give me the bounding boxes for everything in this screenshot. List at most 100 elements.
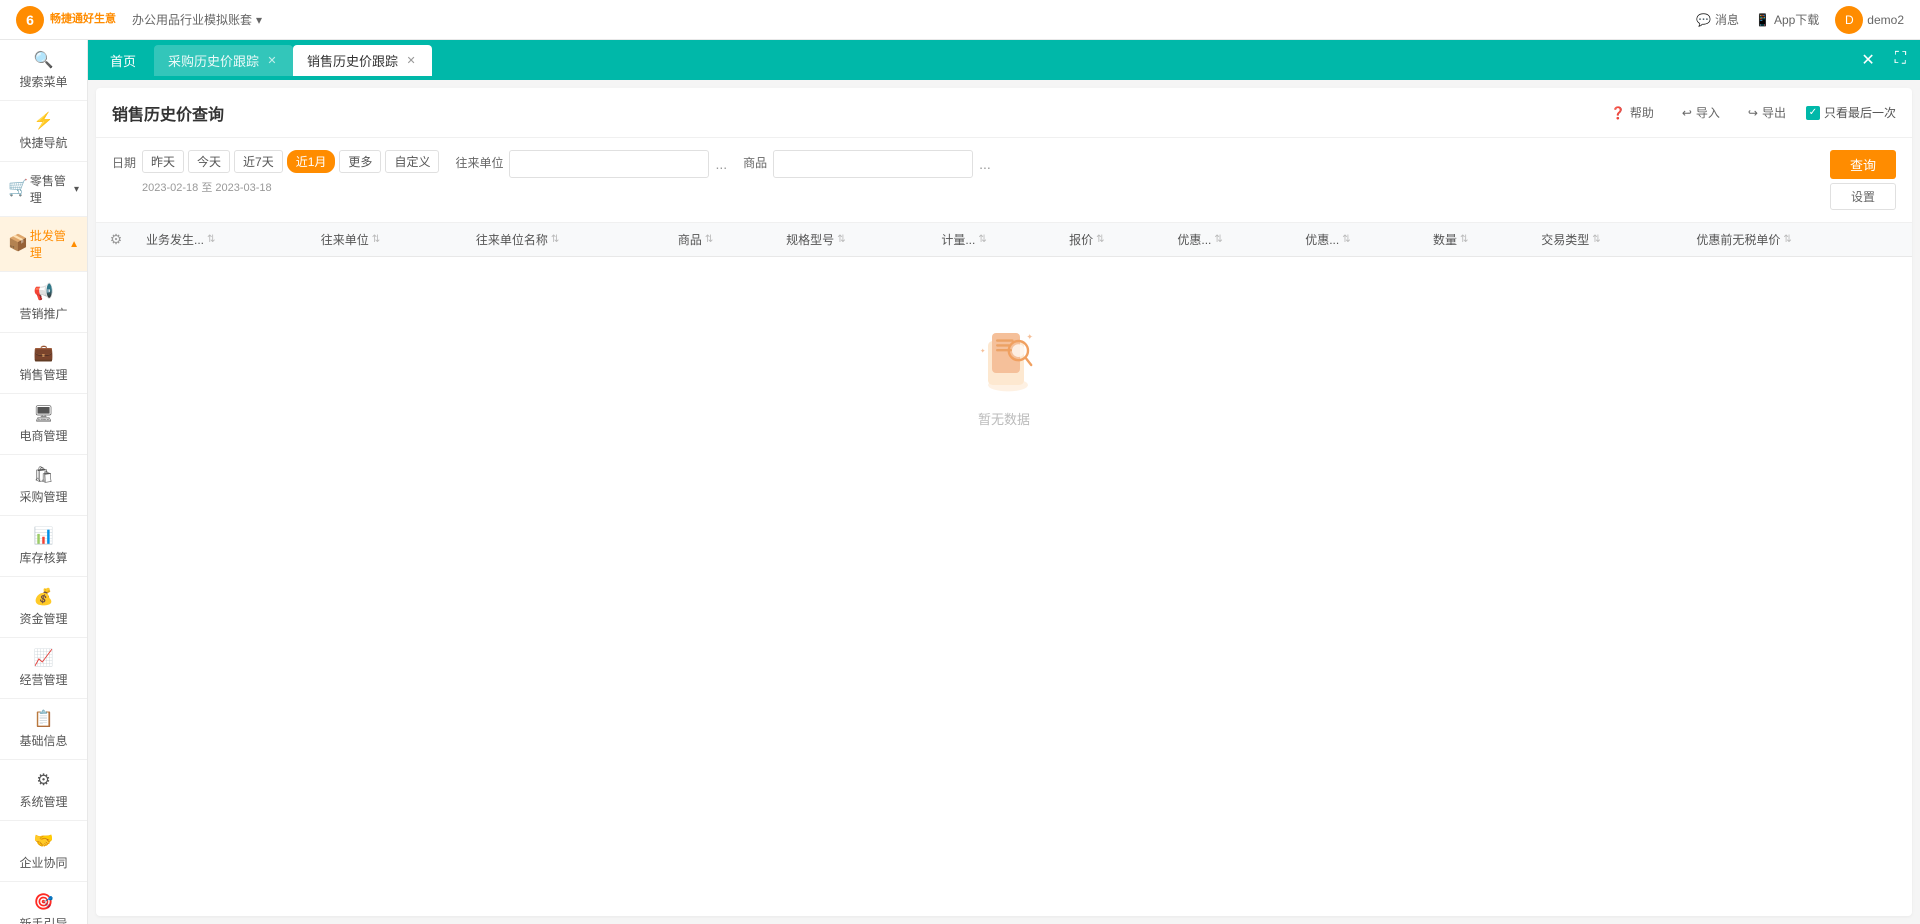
sidebar-item-basic-info[interactable]: 📋 基础信息	[0, 699, 87, 760]
date-btn-today[interactable]: 今天	[188, 150, 230, 173]
date-btn-1month[interactable]: 近1月	[287, 150, 336, 173]
tab-sales-history[interactable]: 销售历史价跟踪 ✕	[293, 45, 432, 76]
sidebar-item-wholesale[interactable]: 📦 批发管理 ▲	[0, 217, 87, 272]
sidebar-item-purchase[interactable]: 🛍 采购管理	[0, 455, 87, 516]
th-quoted-price[interactable]: 报价 ⇅	[1059, 223, 1167, 257]
sidebar-item-guide[interactable]: 🎯 新手引导	[0, 882, 87, 924]
page-header: 销售历史价查询 ❓ 帮助 ↩ 导入 ↪ 导出	[96, 88, 1912, 138]
empty-illustration: ✦ ✦	[964, 317, 1044, 397]
th-trade-type[interactable]: 交易类型 ⇅	[1531, 223, 1686, 257]
top-bar-left: 6 畅捷通好生意 办公用品行业模拟账套 ▾	[16, 6, 270, 34]
workspace-selector[interactable]: 办公用品行业模拟账套 ▾	[124, 7, 270, 32]
sidebar-item-label: 批发管理	[30, 227, 67, 261]
app-download-btn[interactable]: 📱 App下载	[1755, 11, 1819, 28]
sidebar-item-label: 营销推广	[19, 305, 67, 322]
filter-actions: 查询 设置	[1830, 150, 1896, 210]
sidebar-item-sales[interactable]: 💼 销售管理	[0, 333, 87, 394]
sidebar-item-label: 快捷导航	[19, 134, 67, 151]
th-product[interactable]: 商品 ⇅	[668, 223, 776, 257]
tab-sales-history-close[interactable]: ✕	[404, 53, 418, 67]
th-discount2[interactable]: 优惠... ⇅	[1295, 223, 1423, 257]
maximize-btn[interactable]: ⛶	[1889, 48, 1912, 72]
page-title: 销售历史价查询	[112, 101, 224, 125]
tab-bar: 首页 采购历史价跟踪 ✕ 销售历史价跟踪 ✕ ✕ ⛶	[88, 40, 1920, 80]
date-filter-group: 日期 昨天 今天 近7天 近1月 更多 自定义 2023-02-18 至 202…	[112, 150, 439, 195]
user-menu[interactable]: D demo2	[1835, 6, 1904, 34]
empty-state: ✦ ✦ 暂无数据	[96, 257, 1912, 488]
help-label: 帮助	[1630, 104, 1654, 121]
sidebar-item-label: 企业协同	[19, 854, 67, 871]
th-settings[interactable]: ⚙	[96, 223, 136, 257]
sidebar-item-ecommerce[interactable]: 🖥 电商管理	[0, 394, 87, 455]
sales-icon: 💼	[34, 343, 54, 363]
date-filter-content: 昨天 今天 近7天 近1月 更多 自定义 2023-02-18 至 2023-0…	[142, 150, 439, 195]
sidebar-item-finance[interactable]: 💰 资金管理	[0, 577, 87, 638]
sidebar-item-retail[interactable]: 🛒 零售管理 ▾	[0, 162, 87, 217]
message-icon: 💬	[1696, 13, 1711, 27]
ecommerce-icon: 🖥	[33, 404, 53, 424]
export-btn[interactable]: ↪ 导出	[1740, 100, 1794, 125]
wholesale-expand-icon: ▲	[69, 239, 79, 250]
import-icon: ↩	[1682, 106, 1692, 120]
partner-dots-btn[interactable]: ...	[715, 156, 727, 172]
content-area: 首页 采购历史价跟踪 ✕ 销售历史价跟踪 ✕ ✕ ⛶ 销售历史价查询	[88, 40, 1920, 924]
retail-expand-icon: ▾	[74, 184, 79, 195]
product-dots-btn[interactable]: ...	[979, 156, 991, 172]
sidebar-item-coop[interactable]: 🤝 企业协同	[0, 821, 87, 882]
date-btn-yesterday[interactable]: 昨天	[142, 150, 184, 173]
sort-icon-trade-type: ⇅	[1592, 234, 1600, 245]
th-unit[interactable]: 计量... ⇅	[931, 223, 1059, 257]
partner-input[interactable]	[509, 150, 709, 178]
th-quantity[interactable]: 数量 ⇅	[1423, 223, 1531, 257]
th-biz-date[interactable]: 业务发生... ⇅	[136, 223, 311, 257]
sort-icon-partner-code: ⇅	[372, 234, 380, 245]
date-btn-7days[interactable]: 近7天	[234, 150, 283, 173]
system-icon: ⚙	[36, 770, 50, 790]
checkbox-checked-icon: ✓	[1806, 106, 1820, 120]
sort-icon-quantity: ⇅	[1460, 234, 1468, 245]
import-btn[interactable]: ↩ 导入	[1674, 100, 1728, 125]
th-pre-tax-price[interactable]: 优惠前无税单价 ⇅	[1686, 223, 1912, 257]
query-button[interactable]: 查询	[1830, 150, 1896, 179]
help-btn[interactable]: ❓ 帮助	[1603, 100, 1662, 125]
sidebar-item-system[interactable]: ⚙ 系统管理	[0, 760, 87, 821]
search-menu-icon: 🔍	[34, 50, 54, 70]
empty-text: 暂无数据	[978, 409, 1030, 428]
table-settings-icon[interactable]: ⚙	[110, 231, 123, 247]
tab-home[interactable]: 首页	[96, 45, 150, 76]
logo-text: 畅捷通好生意	[50, 12, 116, 26]
page-inner: 销售历史价查询 ❓ 帮助 ↩ 导入 ↪ 导出	[96, 88, 1912, 916]
close-tab-btn[interactable]: ✕	[1855, 48, 1880, 72]
sidebar-item-label: 基础信息	[19, 732, 67, 749]
top-bar: 6 畅捷通好生意 办公用品行业模拟账套 ▾ 💬 消息 📱 App下载 D dem…	[0, 0, 1920, 40]
tab-sales-history-label: 销售历史价跟踪	[307, 51, 398, 70]
avatar: D	[1835, 6, 1863, 34]
date-btn-custom[interactable]: 自定义	[385, 150, 439, 173]
sidebar-item-search-menu[interactable]: 🔍 搜索菜单	[0, 40, 87, 101]
settings-button[interactable]: 设置	[1830, 183, 1896, 210]
show-last-checkbox[interactable]: ✓ 只看最后一次	[1806, 104, 1896, 121]
tab-purchase-history-close[interactable]: ✕	[265, 53, 279, 67]
tab-bar-actions: ✕ ⛶	[1855, 48, 1912, 72]
sidebar-item-marketing[interactable]: 📢 营销推广	[0, 272, 87, 333]
th-spec[interactable]: 规格型号 ⇅	[776, 223, 931, 257]
th-partner-code[interactable]: 往来单位 ⇅	[311, 223, 466, 257]
sidebar-item-operation[interactable]: 📈 经营管理	[0, 638, 87, 699]
logo-area[interactable]: 6 畅捷通好生意	[16, 6, 116, 34]
page-content: 销售历史价查询 ❓ 帮助 ↩ 导入 ↪ 导出	[88, 80, 1920, 924]
workspace-dropdown-icon: ▾	[256, 13, 262, 27]
th-partner-name[interactable]: 往来单位名称 ⇅	[466, 223, 668, 257]
partner-filter-label: 往来单位	[455, 154, 503, 171]
sidebar-item-label: 经营管理	[19, 671, 67, 688]
sort-icon-quoted-price: ⇅	[1096, 234, 1104, 245]
message-btn[interactable]: 💬 消息	[1696, 11, 1739, 28]
product-input[interactable]	[773, 150, 973, 178]
app-label: App下载	[1774, 11, 1819, 28]
tab-purchase-history[interactable]: 采购历史价跟踪 ✕	[154, 45, 293, 76]
sort-icon-unit: ⇅	[978, 234, 986, 245]
tab-home-label: 首页	[110, 51, 136, 70]
th-discount1[interactable]: 优惠... ⇅	[1167, 223, 1295, 257]
sidebar-item-inventory[interactable]: 📊 库存核算	[0, 516, 87, 577]
sidebar-item-quick-nav[interactable]: ⚡ 快捷导航	[0, 101, 87, 162]
date-btn-more[interactable]: 更多	[339, 150, 381, 173]
